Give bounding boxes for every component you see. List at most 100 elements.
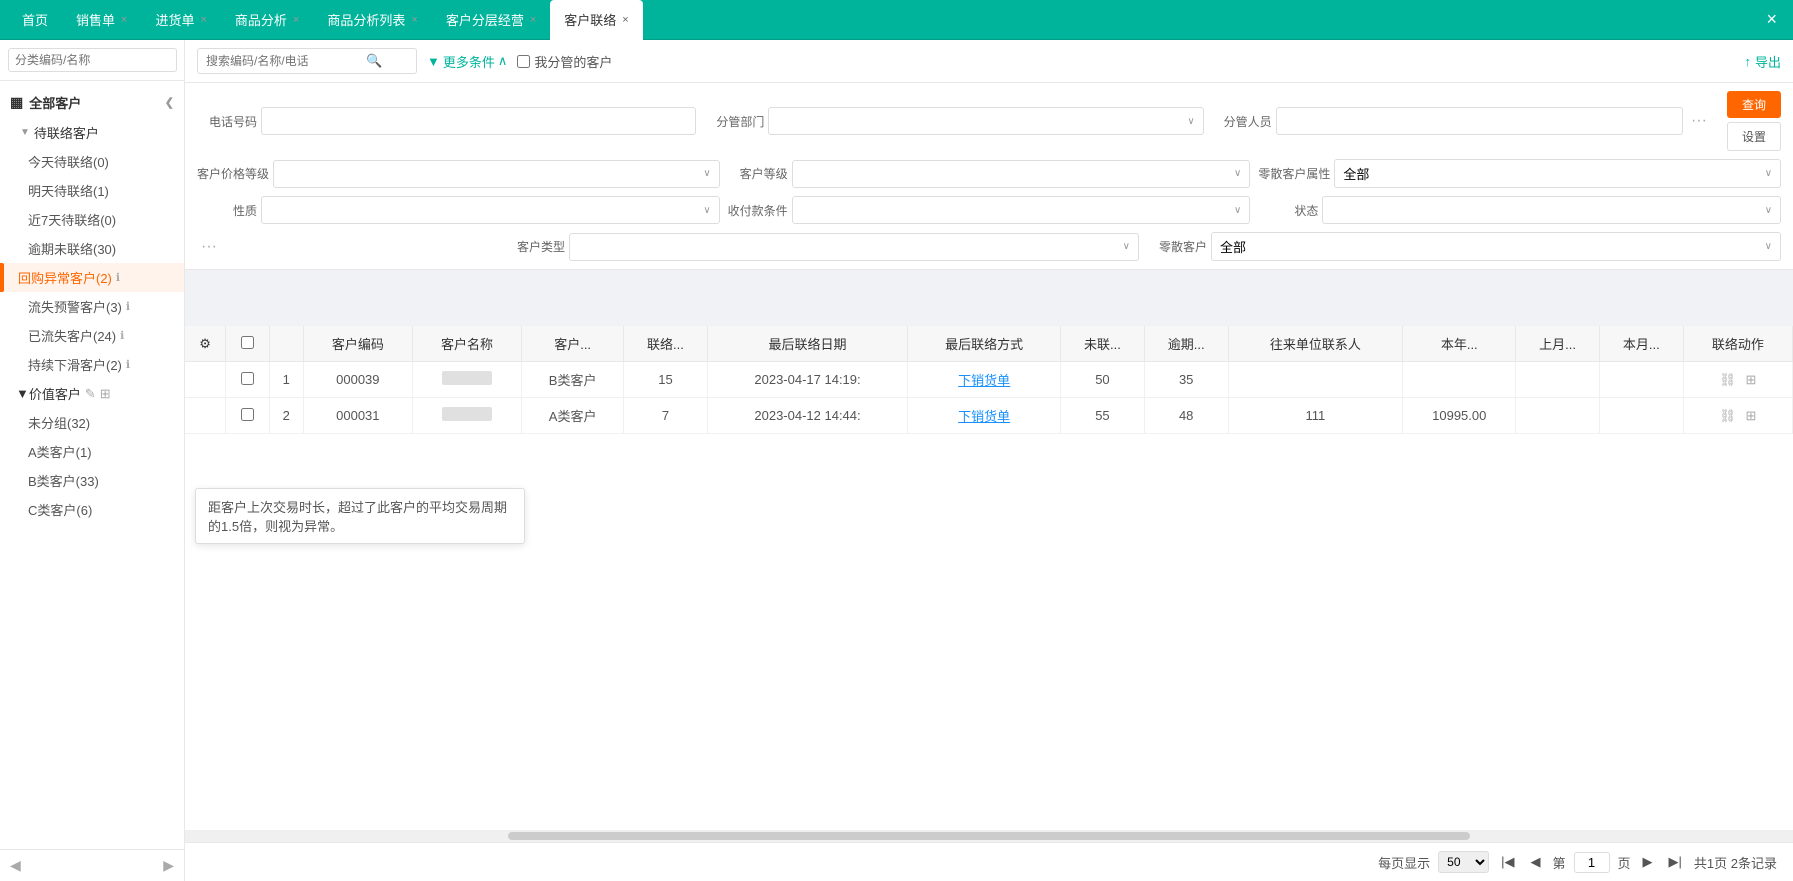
more-conditions-button[interactable]: ▼ 更多条件 ∧: [427, 52, 507, 71]
scrollbar-thumb[interactable]: [508, 832, 1470, 840]
department-field: 分管部门 ∨: [704, 107, 1203, 135]
sidebar-item-overdue[interactable]: 逾期未联络(30): [0, 234, 184, 263]
value-customers-group[interactable]: ▼ 价值客户 ✎ ⊞: [0, 379, 184, 408]
customer-level-select[interactable]: ∨: [792, 160, 1251, 188]
retail-attr-select[interactable]: 全部 ∨: [1334, 159, 1781, 188]
sidebar-item-c-class[interactable]: C类客户(6): [0, 495, 184, 524]
search-box[interactable]: 🔍: [197, 48, 417, 74]
action-grid-icon-1[interactable]: ⊞: [1745, 408, 1756, 423]
action-link-icon-1[interactable]: ⛓: [1719, 408, 1736, 423]
row-checkbox-1[interactable]: [241, 408, 254, 421]
nav-sales-close[interactable]: ×: [121, 14, 127, 26]
settings-button[interactable]: 设置: [1727, 122, 1781, 151]
sidebar-search-input[interactable]: [8, 48, 177, 72]
sidebar-item-lost[interactable]: 已流失客户(24) ℹ: [0, 321, 184, 350]
sidebar-item-today[interactable]: 今天待联络(0): [0, 147, 184, 176]
first-page-button[interactable]: |◀: [1497, 852, 1518, 872]
sidebar-item-ungroup[interactable]: 未分组(32): [0, 408, 184, 437]
customer-type-select[interactable]: ∨: [569, 233, 1139, 261]
all-customers-header[interactable]: ▦ 全部客户 ❮: [0, 87, 184, 118]
manager-input[interactable]: [1276, 107, 1683, 135]
col-last-contact-date[interactable]: 最后联络日期: [707, 326, 907, 362]
sidebar-item-a-class[interactable]: A类客户(1): [0, 437, 184, 466]
sidebar-search-icon[interactable]: 🔍: [183, 52, 185, 68]
last-contact-method-link-0[interactable]: 下销货单: [958, 373, 1010, 388]
nav-sales[interactable]: 销售单 ×: [62, 0, 141, 40]
value-edit-icon[interactable]: ✎: [85, 386, 96, 402]
col-contact[interactable]: 联络...: [624, 326, 708, 362]
col-checkbox: [226, 326, 270, 362]
col-type[interactable]: 客户...: [522, 326, 624, 362]
next-page-button[interactable]: ▶: [1639, 852, 1657, 872]
col-contacts-from-units[interactable]: 往来单位联系人: [1228, 326, 1403, 362]
main-search-icon[interactable]: 🔍: [366, 53, 382, 69]
pending-arrow-icon: ▼: [20, 127, 30, 138]
pending-contact-group[interactable]: ▼ 待联络客户: [0, 118, 184, 147]
export-button[interactable]: ↑ 导出: [1744, 52, 1781, 71]
query-button[interactable]: 查询: [1727, 91, 1781, 118]
data-table: ⚙ 客户编码 客户名称 客户... 联络... 最后联络日期 最后联络方式 未联…: [185, 326, 1793, 434]
sidebar-item-b-class[interactable]: B类客户(33): [0, 466, 184, 495]
nav-customer-contact-close[interactable]: ×: [622, 14, 628, 26]
horizontal-scrollbar[interactable]: [185, 830, 1793, 842]
table-scroll[interactable]: ⚙ 客户编码 客户名称 客户... 联络... 最后联络日期 最后联络方式 未联…: [185, 326, 1793, 830]
col-this-year[interactable]: 本年...: [1403, 326, 1516, 362]
action-grid-icon-0[interactable]: ⊞: [1745, 372, 1756, 387]
value-add-icon[interactable]: ⊞: [100, 386, 111, 402]
col-overdue[interactable]: 逾期...: [1144, 326, 1228, 362]
main-search-input[interactable]: [206, 54, 366, 68]
status-select[interactable]: ∨: [1322, 196, 1781, 224]
row-contact-cell: 7: [624, 398, 708, 434]
nav-customer-layers-close[interactable]: ×: [530, 14, 536, 26]
nav-product-analysis-list[interactable]: 商品分析列表 ×: [313, 0, 431, 40]
nav-product-analysis-list-close[interactable]: ×: [411, 14, 417, 26]
department-select[interactable]: ∨: [768, 107, 1203, 135]
per-page-select[interactable]: 50 100: [1438, 851, 1489, 873]
manager-dots-button[interactable]: ···: [1687, 112, 1711, 130]
table-row: 2 000031 A类客户 7 2023-04-12 14:44: 下销货单 5…: [185, 398, 1793, 434]
row-checkbox-cell: [226, 362, 270, 398]
col-settings[interactable]: ⚙: [185, 326, 226, 362]
payment-arrow-icon: ∨: [1234, 205, 1241, 216]
col-not-contacted[interactable]: 未联...: [1061, 326, 1145, 362]
my-customers-checkbox[interactable]: [517, 55, 530, 68]
sidebar-right-arrow[interactable]: ▶: [163, 857, 174, 874]
page-number-input[interactable]: [1574, 852, 1610, 873]
col-last-month[interactable]: 上月...: [1516, 326, 1600, 362]
nav-product-analysis-close[interactable]: ×: [293, 14, 299, 26]
nav-customer-contact[interactable]: 客户联络 ×: [550, 0, 642, 40]
nav-product-analysis[interactable]: 商品分析 ×: [221, 0, 313, 40]
nav-purchase[interactable]: 进货单 ×: [141, 0, 220, 40]
status-arrow-icon: ∨: [1765, 205, 1772, 216]
last-contact-method-link-1[interactable]: 下销货单: [958, 409, 1010, 424]
col-code[interactable]: 客户编码: [303, 326, 412, 362]
sidebar-item-lost-pre[interactable]: 流失预警客户(3) ℹ: [0, 292, 184, 321]
phone-input[interactable]: [261, 107, 696, 135]
prev-page-button[interactable]: ◀: [1527, 852, 1545, 872]
sidebar-collapse-icon[interactable]: ❮: [165, 96, 174, 109]
tooltip-box: 距客户上次交易时长，超过了此客户的平均交易周期的1.5倍，则视为异常。: [195, 488, 525, 544]
price-level-select[interactable]: ∨: [273, 160, 720, 188]
col-last-contact-method[interactable]: 最后联络方式: [908, 326, 1061, 362]
sidebar-item-declining[interactable]: 持续下滑客户(2) ℹ: [0, 350, 184, 379]
sidebar-item-repurchase-abnormal[interactable]: 回购异常客户(2) ℹ: [0, 263, 184, 292]
action-link-icon-0[interactable]: ⛓: [1719, 372, 1736, 387]
row-action-cell: ⛓ ⊞: [1683, 362, 1792, 398]
retail-customer-select[interactable]: 全部 ∨: [1211, 232, 1781, 261]
sidebar-item-tomorrow[interactable]: 明天待联络(1): [0, 176, 184, 205]
nav-home[interactable]: 首页: [8, 0, 62, 40]
sidebar-left-arrow[interactable]: ◀: [10, 857, 21, 874]
row-last-month-cell: [1516, 398, 1600, 434]
col-name[interactable]: 客户名称: [412, 326, 521, 362]
sidebar-item-7days[interactable]: 近7天待联络(0): [0, 205, 184, 234]
row-checkbox-0[interactable]: [241, 372, 254, 385]
last-page-button[interactable]: ▶|: [1665, 852, 1686, 872]
col-this-month[interactable]: 本月...: [1599, 326, 1683, 362]
gender-select[interactable]: ∨: [261, 196, 720, 224]
nav-purchase-close[interactable]: ×: [200, 14, 206, 26]
select-all-checkbox[interactable]: [241, 336, 254, 349]
payment-select[interactable]: ∨: [792, 196, 1251, 224]
more-filter-dots[interactable]: ···: [197, 238, 221, 256]
nav-customer-layers[interactable]: 客户分层经营 ×: [432, 0, 550, 40]
window-close-button[interactable]: ×: [1758, 9, 1785, 30]
